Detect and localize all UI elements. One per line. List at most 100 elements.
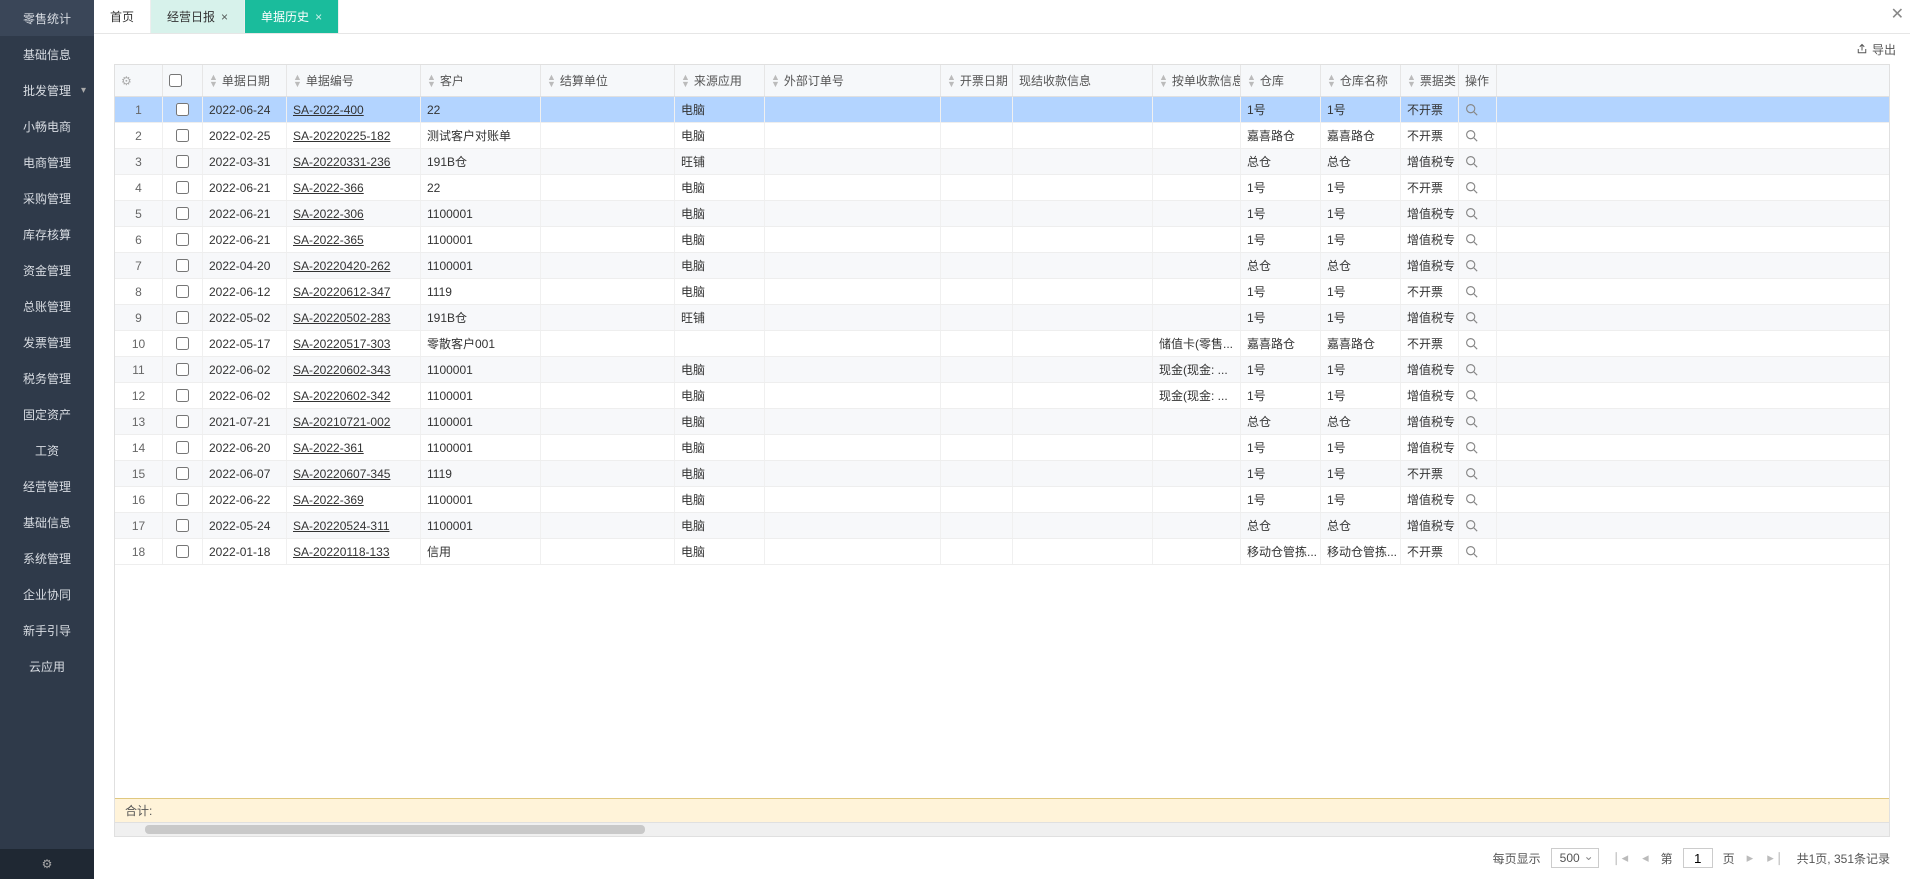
magnifier-icon[interactable]	[1465, 155, 1478, 168]
cell-no[interactable]: SA-20220331-236	[287, 149, 421, 174]
magnifier-icon[interactable]	[1465, 519, 1478, 532]
table-row[interactable]: 92022-05-02SA-20220502-283191B仓旺铺1号1号增值税…	[115, 305, 1889, 331]
sidebar-item-10[interactable]: 税务管理	[0, 360, 94, 396]
per-page-select[interactable]: 500	[1551, 848, 1599, 868]
doc-link[interactable]: SA-20220612-347	[293, 285, 390, 299]
row-checkbox[interactable]	[176, 207, 189, 220]
magnifier-icon[interactable]	[1465, 207, 1478, 220]
magnifier-icon[interactable]	[1465, 545, 1478, 558]
magnifier-icon[interactable]	[1465, 363, 1478, 376]
cell-no[interactable]: SA-20220612-347	[287, 279, 421, 304]
cell-chk[interactable]	[163, 435, 203, 460]
table-row[interactable]: 182022-01-18SA-20220118-133信用电脑移动仓管拣...移…	[115, 539, 1889, 565]
cell-chk[interactable]	[163, 253, 203, 278]
table-row[interactable]: 42022-06-21SA-2022-36622电脑1号1号不开票	[115, 175, 1889, 201]
sidebar-item-11[interactable]: 固定资产	[0, 396, 94, 432]
doc-link[interactable]: SA-20220502-283	[293, 311, 390, 325]
table-row[interactable]: 62022-06-21SA-2022-3651100001电脑1号1号增值税专	[115, 227, 1889, 253]
row-checkbox[interactable]	[176, 103, 189, 116]
cell-chk[interactable]	[163, 487, 203, 512]
cell-op[interactable]	[1459, 409, 1497, 434]
cell-chk[interactable]	[163, 123, 203, 148]
row-checkbox[interactable]	[176, 519, 189, 532]
sidebar-settings[interactable]: ⚙	[0, 849, 94, 879]
col-wh[interactable]: ▲▼仓库	[1241, 65, 1321, 96]
sidebar-item-0[interactable]: 零售统计	[0, 0, 94, 36]
col-bill[interactable]: ▲▼按单收款信息	[1153, 65, 1241, 96]
doc-link[interactable]: SA-20220524-311	[293, 519, 390, 533]
gear-icon[interactable]: ⚙	[121, 74, 132, 88]
cell-op[interactable]	[1459, 331, 1497, 356]
sidebar-item-2[interactable]: 批发管理▾	[0, 72, 94, 108]
cell-no[interactable]: SA-20220607-345	[287, 461, 421, 486]
cell-no[interactable]: SA-20220524-311	[287, 513, 421, 538]
row-checkbox[interactable]	[176, 389, 189, 402]
tab-2[interactable]: 单据历史×	[245, 0, 339, 33]
cell-no[interactable]: SA-2022-361	[287, 435, 421, 460]
cell-op[interactable]	[1459, 513, 1497, 538]
cell-no[interactable]: SA-2022-306	[287, 201, 421, 226]
cell-op[interactable]	[1459, 539, 1497, 564]
col-no[interactable]: ▲▼单据编号	[287, 65, 421, 96]
doc-link[interactable]: SA-20220331-236	[293, 155, 390, 169]
row-checkbox[interactable]	[176, 129, 189, 142]
cell-op[interactable]	[1459, 279, 1497, 304]
cell-op[interactable]	[1459, 253, 1497, 278]
sidebar-item-6[interactable]: 库存核算	[0, 216, 94, 252]
col-cust[interactable]: ▲▼客户	[421, 65, 541, 96]
doc-link[interactable]: SA-20220602-342	[293, 389, 390, 403]
magnifier-icon[interactable]	[1465, 337, 1478, 350]
tab-1[interactable]: 经营日报×	[151, 0, 245, 33]
doc-link[interactable]: SA-20210721-002	[293, 415, 390, 429]
sidebar-item-5[interactable]: 采购管理	[0, 180, 94, 216]
table-row[interactable]: 32022-03-31SA-20220331-236191B仓旺铺总仓总仓增值税…	[115, 149, 1889, 175]
cell-no[interactable]: SA-20220420-262	[287, 253, 421, 278]
row-checkbox[interactable]	[176, 285, 189, 298]
table-row[interactable]: 72022-04-20SA-20220420-2621100001电脑总仓总仓增…	[115, 253, 1889, 279]
doc-link[interactable]: SA-20220517-303	[293, 337, 390, 351]
cell-no[interactable]: SA-2022-369	[287, 487, 421, 512]
sidebar-item-9[interactable]: 发票管理	[0, 324, 94, 360]
table-row[interactable]: 102022-05-17SA-20220517-303零散客户001储值卡(零售…	[115, 331, 1889, 357]
row-checkbox[interactable]	[176, 155, 189, 168]
doc-link[interactable]: SA-20220602-343	[293, 363, 390, 377]
table-row[interactable]: 22022-02-25SA-20220225-182测试客户对账单电脑嘉喜路仓嘉…	[115, 123, 1889, 149]
cell-op[interactable]	[1459, 383, 1497, 408]
sidebar-item-1[interactable]: 基础信息	[0, 36, 94, 72]
cell-chk[interactable]	[163, 409, 203, 434]
sidebar-item-13[interactable]: 经营管理	[0, 468, 94, 504]
magnifier-icon[interactable]	[1465, 181, 1478, 194]
table-row[interactable]: 152022-06-07SA-20220607-3451119电脑1号1号不开票	[115, 461, 1889, 487]
row-checkbox[interactable]	[176, 363, 189, 376]
select-all-checkbox[interactable]	[169, 74, 182, 87]
page-prev-icon[interactable]: ◂	[1640, 850, 1651, 866]
cell-op[interactable]	[1459, 123, 1497, 148]
magnifier-icon[interactable]	[1465, 467, 1478, 480]
magnifier-icon[interactable]	[1465, 233, 1478, 246]
doc-link[interactable]: SA-20220420-262	[293, 259, 390, 273]
cell-chk[interactable]	[163, 279, 203, 304]
sidebar-item-12[interactable]: 工资	[0, 432, 94, 468]
doc-link[interactable]: SA-2022-400	[293, 103, 364, 117]
cell-no[interactable]: SA-20220602-343	[287, 357, 421, 382]
cell-chk[interactable]	[163, 383, 203, 408]
cell-chk[interactable]	[163, 97, 203, 122]
col-ext[interactable]: ▲▼外部订单号	[765, 65, 941, 96]
row-checkbox[interactable]	[176, 415, 189, 428]
col-inv[interactable]: ▲▼开票日期	[941, 65, 1013, 96]
cell-op[interactable]	[1459, 175, 1497, 200]
col-date[interactable]: ▲▼单据日期	[203, 65, 287, 96]
horizontal-scrollbar[interactable]	[115, 822, 1889, 836]
cell-op[interactable]	[1459, 97, 1497, 122]
magnifier-icon[interactable]	[1465, 441, 1478, 454]
sidebar-item-7[interactable]: 资金管理	[0, 252, 94, 288]
col-chk[interactable]	[163, 65, 203, 96]
doc-link[interactable]: SA-20220607-345	[293, 467, 390, 481]
row-checkbox[interactable]	[176, 545, 189, 558]
close-all-icon[interactable]: ✕	[1891, 4, 1904, 24]
magnifier-icon[interactable]	[1465, 415, 1478, 428]
magnifier-icon[interactable]	[1465, 311, 1478, 324]
cell-chk[interactable]	[163, 513, 203, 538]
tab-0[interactable]: 首页	[94, 0, 151, 33]
table-row[interactable]: 122022-06-02SA-20220602-3421100001电脑现金(现…	[115, 383, 1889, 409]
